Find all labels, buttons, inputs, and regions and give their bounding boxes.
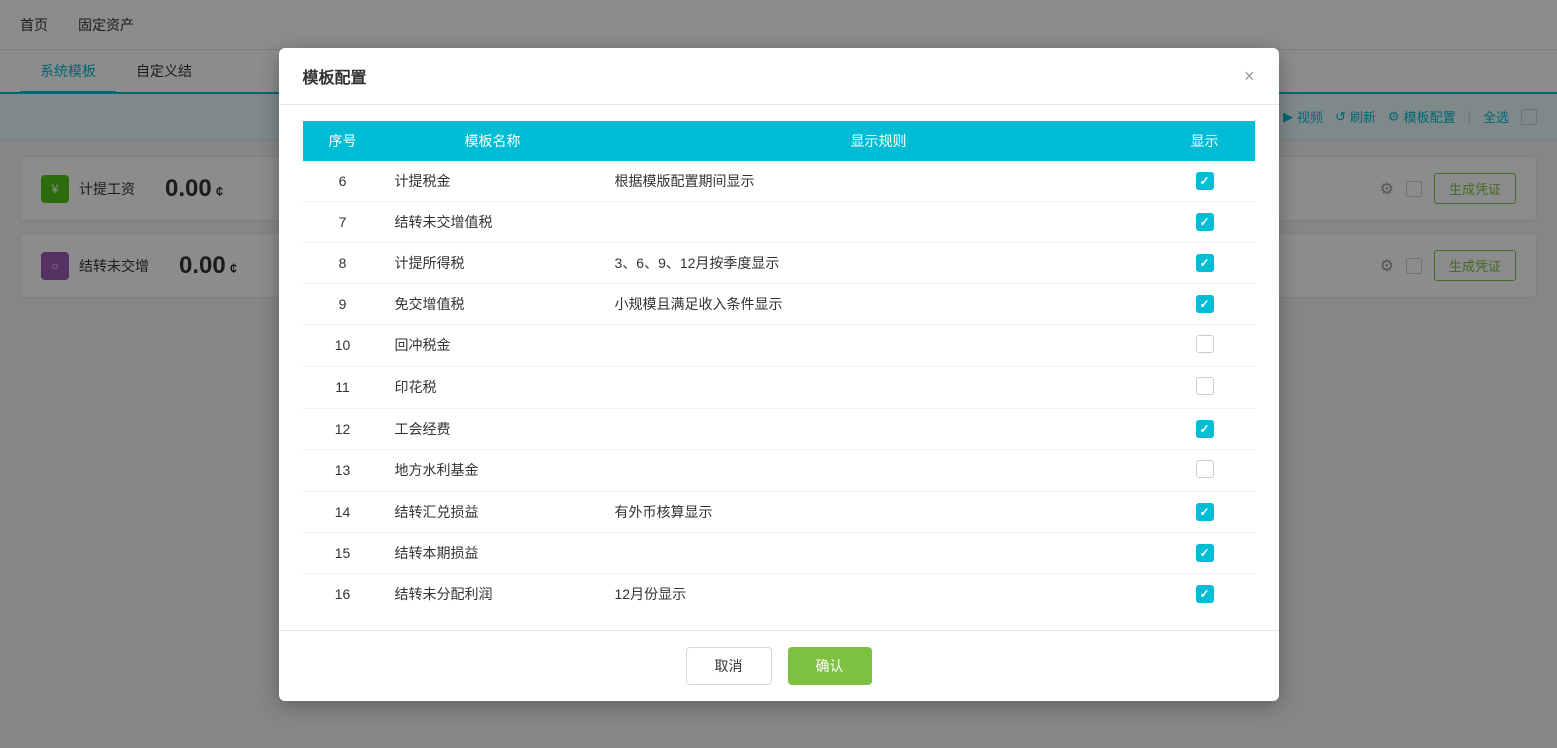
row-name: 免交增值税	[383, 283, 603, 324]
table-head: 序号 模板名称 显示规则 显示	[303, 121, 1255, 161]
row-checkbox[interactable]	[1196, 213, 1214, 231]
table-row: 7结转未交增值税	[303, 201, 1255, 242]
row-id: 9	[303, 283, 383, 324]
row-name: 计提所得税	[383, 242, 603, 283]
row-name: 回冲税金	[383, 324, 603, 366]
modal-close-button[interactable]: ×	[1244, 67, 1255, 85]
row-name: 计提税金	[383, 161, 603, 202]
table-header-row: 序号 模板名称 显示规则 显示	[303, 121, 1255, 161]
row-rule	[603, 408, 1155, 449]
row-id: 6	[303, 161, 383, 202]
table-row: 14结转汇兑损益有外币核算显示	[303, 491, 1255, 532]
row-id: 14	[303, 491, 383, 532]
row-display-cell	[1155, 573, 1255, 614]
row-checkbox[interactable]	[1196, 377, 1214, 395]
table-row: 9免交增值税小规模且满足收入条件显示	[303, 283, 1255, 324]
row-name: 工会经费	[383, 408, 603, 449]
table-row: 12工会经费	[303, 408, 1255, 449]
row-display-cell	[1155, 283, 1255, 324]
row-rule: 3、6、9、12月按季度显示	[603, 242, 1155, 283]
row-checkbox[interactable]	[1196, 335, 1214, 353]
row-name: 印花税	[383, 366, 603, 408]
table-row: 10回冲税金	[303, 324, 1255, 366]
row-name: 地方水利基金	[383, 449, 603, 491]
cancel-button[interactable]: 取消	[686, 647, 772, 685]
row-id: 11	[303, 366, 383, 408]
row-display-cell	[1155, 161, 1255, 202]
row-display-cell	[1155, 201, 1255, 242]
row-rule	[603, 324, 1155, 366]
row-display-cell	[1155, 242, 1255, 283]
row-id: 10	[303, 324, 383, 366]
table-row: 8计提所得税3、6、9、12月按季度显示	[303, 242, 1255, 283]
row-id: 12	[303, 408, 383, 449]
row-checkbox[interactable]	[1196, 460, 1214, 478]
row-rule: 12月份显示	[603, 573, 1155, 614]
row-name: 结转未交增值税	[383, 201, 603, 242]
row-id: 8	[303, 242, 383, 283]
row-display-cell	[1155, 449, 1255, 491]
row-checkbox[interactable]	[1196, 295, 1214, 313]
row-name: 结转未分配利润	[383, 573, 603, 614]
table-row: 11印花税	[303, 366, 1255, 408]
row-id: 16	[303, 573, 383, 614]
modal-footer: 取消 确认	[279, 630, 1279, 701]
row-rule: 有外币核算显示	[603, 491, 1155, 532]
row-rule: 根据模版配置期间显示	[603, 161, 1155, 202]
modal-body: 序号 模板名称 显示规则 显示 6计提税金根据模版配置期间显示7结转未交增值税8…	[279, 105, 1279, 630]
row-checkbox[interactable]	[1196, 420, 1214, 438]
row-checkbox[interactable]	[1196, 503, 1214, 521]
row-rule	[603, 532, 1155, 573]
template-config-modal: 模板配置 × 序号 模板名称 显示规则 显示 6计提税金根据模版配置期间显示7结…	[279, 48, 1279, 701]
modal-overlay: 模板配置 × 序号 模板名称 显示规则 显示 6计提税金根据模版配置期间显示7结…	[0, 0, 1557, 748]
row-name: 结转本期损益	[383, 532, 603, 573]
col-header-display: 显示	[1155, 121, 1255, 161]
row-display-cell	[1155, 366, 1255, 408]
row-checkbox[interactable]	[1196, 544, 1214, 562]
table-row: 16结转未分配利润12月份显示	[303, 573, 1255, 614]
row-name: 结转汇兑损益	[383, 491, 603, 532]
confirm-button[interactable]: 确认	[788, 647, 872, 685]
col-header-rule: 显示规则	[603, 121, 1155, 161]
row-rule: 小规模且满足收入条件显示	[603, 283, 1155, 324]
row-display-cell	[1155, 532, 1255, 573]
table-row: 15结转本期损益	[303, 532, 1255, 573]
row-display-cell	[1155, 491, 1255, 532]
row-rule	[603, 201, 1155, 242]
modal-header: 模板配置 ×	[279, 48, 1279, 105]
row-checkbox[interactable]	[1196, 172, 1214, 190]
row-display-cell	[1155, 408, 1255, 449]
table-row: 13地方水利基金	[303, 449, 1255, 491]
row-display-cell	[1155, 324, 1255, 366]
row-id: 15	[303, 532, 383, 573]
row-id: 13	[303, 449, 383, 491]
row-checkbox[interactable]	[1196, 585, 1214, 603]
config-table: 序号 模板名称 显示规则 显示 6计提税金根据模版配置期间显示7结转未交增值税8…	[303, 121, 1255, 614]
col-header-id: 序号	[303, 121, 383, 161]
modal-title: 模板配置	[303, 64, 367, 88]
row-id: 7	[303, 201, 383, 242]
row-rule	[603, 366, 1155, 408]
row-rule	[603, 449, 1155, 491]
col-header-name: 模板名称	[383, 121, 603, 161]
row-checkbox[interactable]	[1196, 254, 1214, 272]
table-body: 6计提税金根据模版配置期间显示7结转未交增值税8计提所得税3、6、9、12月按季…	[303, 161, 1255, 614]
table-row: 6计提税金根据模版配置期间显示	[303, 161, 1255, 202]
